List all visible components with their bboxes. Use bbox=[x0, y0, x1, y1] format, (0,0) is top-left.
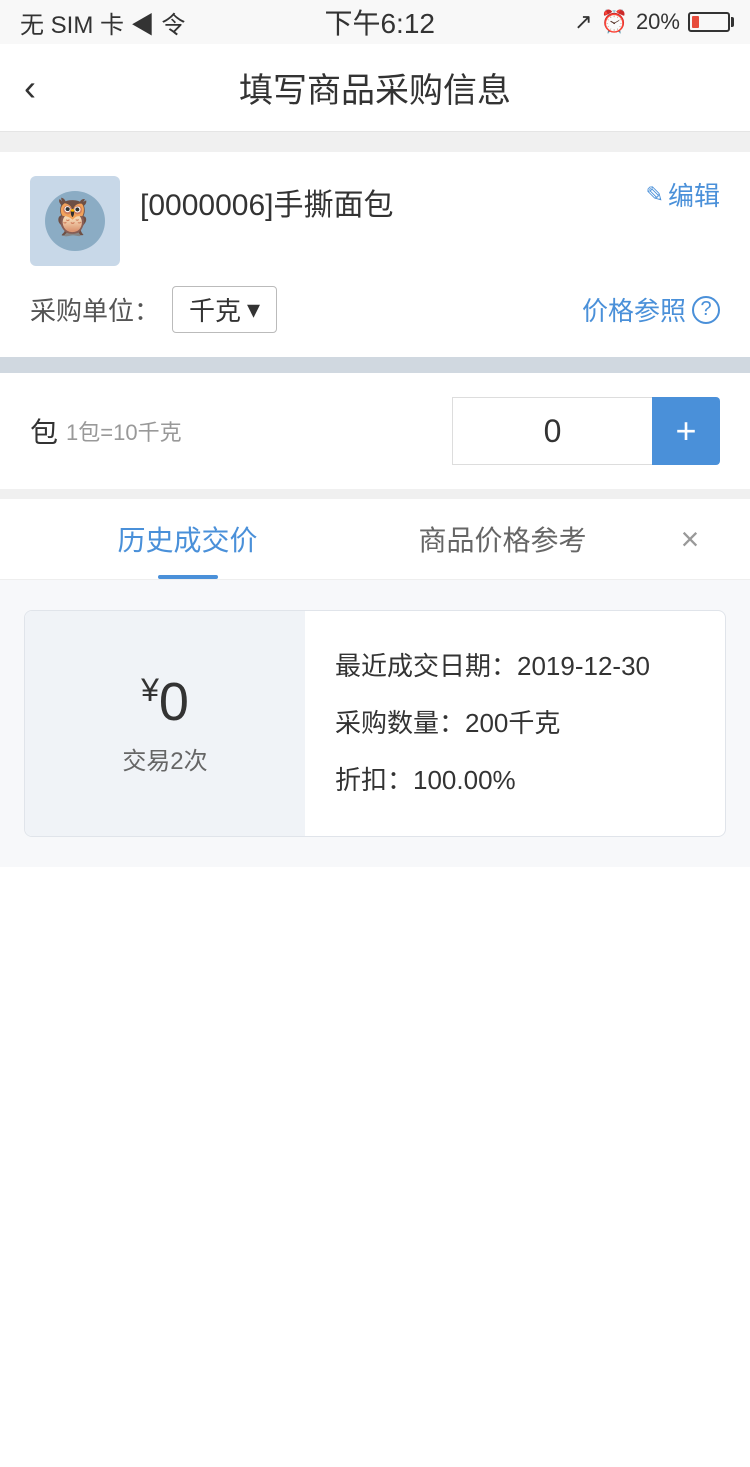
quantity-label: 包 1包=10千克 bbox=[30, 411, 182, 451]
battery-pct: 20% bbox=[636, 9, 680, 35]
product-info: [0000006]手撕面包 bbox=[30, 176, 393, 266]
page-title: 填写商品采购信息 bbox=[239, 63, 511, 112]
help-icon[interactable]: ? bbox=[692, 296, 720, 324]
quantity-unit: 包 bbox=[30, 411, 58, 451]
last-deal-date-row: 最近成交日期：2019-12-30 bbox=[335, 647, 695, 686]
quantity-conversion: 1包=10千克 bbox=[66, 415, 182, 447]
battery-bar bbox=[688, 12, 730, 32]
dropdown-arrow-icon: ▾ bbox=[247, 294, 260, 325]
tabs-section: 历史成交价 商品价格参考 × ¥0 交易2次 最近成交日期：2019-12-30 bbox=[0, 499, 750, 867]
price-amount: ¥0 bbox=[141, 671, 189, 733]
price-trades: 交易2次 bbox=[122, 741, 207, 776]
unit-label: 采购单位： bbox=[30, 291, 160, 328]
product-card: [0000006]手撕面包 ✎ 编辑 采购单位： 千克 ▾ 价格参照 ? bbox=[0, 152, 750, 357]
nav-bar: ‹ 填写商品采购信息 bbox=[0, 44, 750, 132]
status-time: 下午6:12 bbox=[324, 2, 435, 42]
product-thumbnail bbox=[45, 191, 105, 251]
back-button[interactable]: ‹ bbox=[24, 67, 36, 109]
product-unit-row: 采购单位： 千克 ▾ 价格参照 ? bbox=[30, 286, 720, 333]
main-content bbox=[0, 867, 750, 1467]
price-card: ¥0 交易2次 最近成交日期：2019-12-30 采购数量：200千克 折扣：… bbox=[24, 610, 726, 837]
price-ref-button[interactable]: 价格参照 ? bbox=[582, 291, 720, 328]
battery-fill bbox=[692, 16, 699, 28]
product-icon bbox=[50, 196, 100, 246]
product-name: [0000006]手撕面包 bbox=[140, 180, 393, 224]
edit-button[interactable]: ✎ 编辑 bbox=[646, 176, 720, 213]
discount-row: 折扣：100.00% bbox=[335, 761, 695, 800]
tab-reference[interactable]: 商品价格参考 bbox=[345, 499, 660, 579]
status-right: ↗ ⏰ 20% bbox=[574, 9, 730, 35]
tabs-header: 历史成交价 商品价格参考 × bbox=[0, 499, 750, 580]
tab-active-indicator bbox=[158, 575, 218, 579]
purchase-qty-row: 采购数量：200千克 bbox=[335, 704, 695, 743]
status-bar: 无 SIM 卡 ◀ 令 下午6:12 ↗ ⏰ 20% bbox=[0, 0, 750, 44]
quantity-control: 0 + bbox=[452, 397, 720, 465]
status-left: 无 SIM 卡 ◀ 令 bbox=[20, 5, 185, 40]
sim-status: 无 SIM 卡 ◀ 令 bbox=[20, 5, 185, 40]
product-header: [0000006]手撕面包 ✎ 编辑 bbox=[30, 176, 720, 266]
tab-content: ¥0 交易2次 最近成交日期：2019-12-30 采购数量：200千克 折扣：… bbox=[0, 580, 750, 867]
price-card-left: ¥0 交易2次 bbox=[25, 611, 305, 836]
product-image bbox=[30, 176, 120, 266]
currency-symbol: ¥ bbox=[141, 672, 159, 708]
tab-close-button[interactable]: × bbox=[660, 509, 720, 569]
unit-selector[interactable]: 千克 ▾ bbox=[172, 286, 277, 333]
quantity-plus-button[interactable]: + bbox=[652, 397, 720, 465]
alarm-icon: ⏰ bbox=[601, 9, 628, 35]
edit-icon: ✎ bbox=[646, 182, 664, 208]
price-card-right: 最近成交日期：2019-12-30 采购数量：200千克 折扣：100.00% bbox=[305, 611, 725, 836]
unit-left: 采购单位： 千克 ▾ bbox=[30, 286, 277, 333]
location-icon: ↗ bbox=[574, 9, 592, 35]
quantity-input[interactable]: 0 bbox=[452, 397, 652, 465]
section-divider bbox=[0, 357, 750, 373]
quantity-row: 包 1包=10千克 0 + bbox=[0, 373, 750, 489]
tab-history[interactable]: 历史成交价 bbox=[30, 499, 345, 579]
